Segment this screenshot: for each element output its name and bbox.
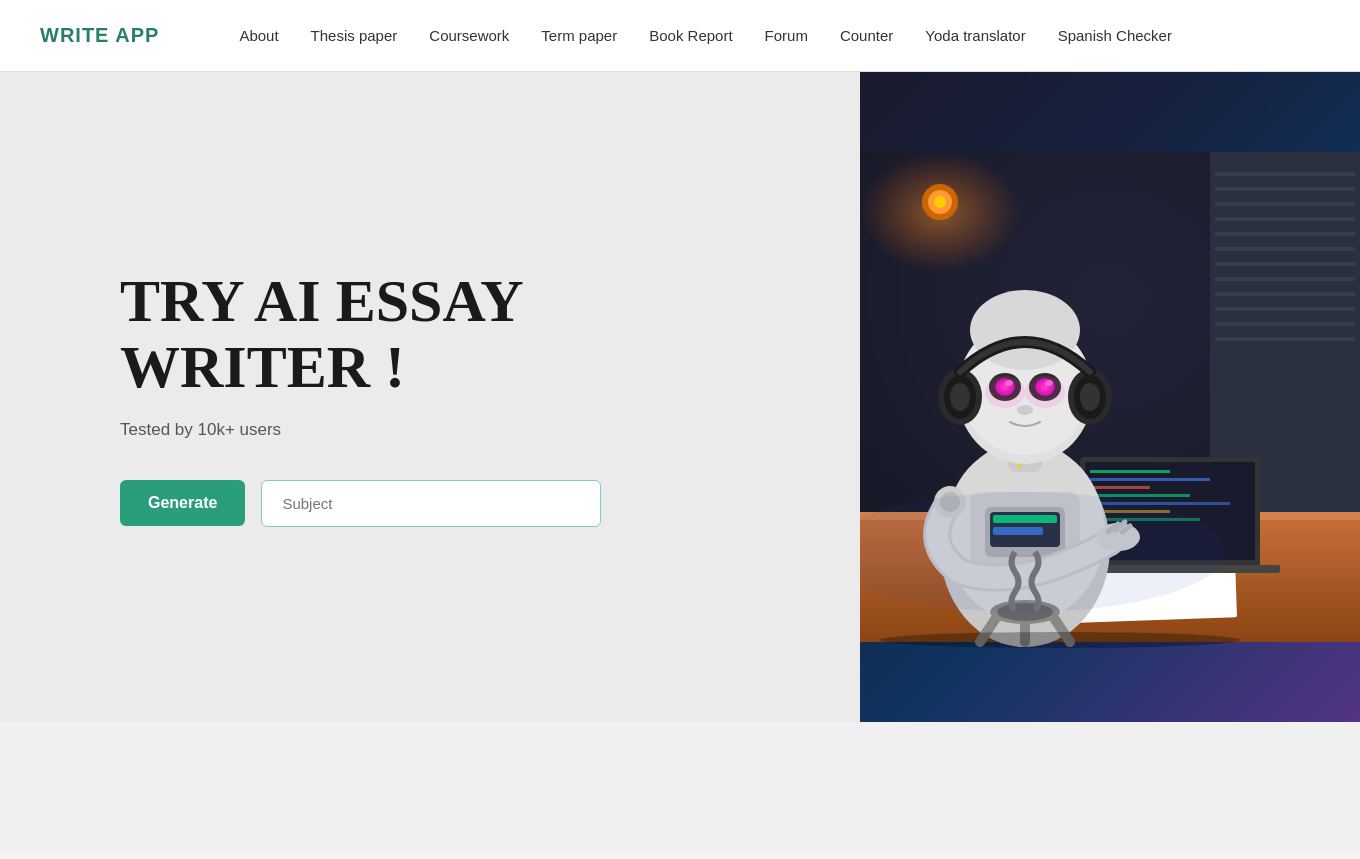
svg-rect-27	[1090, 486, 1150, 489]
generate-button[interactable]: Generate	[120, 480, 245, 526]
nav-item-forum[interactable]: Forum	[765, 27, 808, 44]
nav-item-about[interactable]: About	[239, 27, 278, 44]
svg-point-58	[1017, 405, 1033, 415]
svg-point-64	[880, 632, 1240, 648]
svg-rect-5	[1215, 202, 1355, 206]
hero-actions: Generate	[120, 480, 620, 527]
svg-rect-6	[1215, 217, 1355, 221]
main-nav: About Thesis paper Coursework Term paper…	[239, 27, 1172, 44]
svg-point-56	[985, 376, 1025, 408]
svg-rect-8	[1215, 247, 1355, 251]
hero-subtitle: Tested by 10k+ users	[120, 420, 620, 440]
nav-item-spanish-checker[interactable]: Spanish Checker	[1058, 27, 1172, 44]
hero-section: TRY AI ESSAY WRITER ! Tested by 10k+ use…	[0, 72, 1360, 722]
nav-item-coursework[interactable]: Coursework	[429, 27, 509, 44]
hero-image	[860, 72, 1360, 722]
nav-item-thesis-paper[interactable]: Thesis paper	[311, 27, 398, 44]
svg-rect-25	[1090, 470, 1170, 473]
hero-title: TRY AI ESSAY WRITER !	[120, 268, 620, 400]
brand-logo[interactable]: WRITE APP	[40, 24, 159, 47]
svg-rect-28	[1090, 494, 1190, 497]
svg-rect-26	[1090, 478, 1210, 481]
svg-rect-3	[1215, 172, 1355, 176]
below-hero-section	[0, 722, 1360, 852]
nav-item-book-report[interactable]: Book Report	[649, 27, 732, 44]
svg-point-49	[1080, 383, 1100, 411]
nav-item-term-paper[interactable]: Term paper	[541, 27, 617, 44]
hero-title-line2: WRITER !	[120, 334, 405, 400]
svg-point-57	[1025, 376, 1065, 408]
hero-title-line1: TRY AI ESSAY	[120, 268, 524, 334]
svg-rect-14	[1215, 337, 1355, 341]
svg-point-46	[950, 383, 970, 411]
svg-point-18	[934, 196, 946, 208]
svg-rect-4	[1215, 187, 1355, 191]
svg-rect-9	[1215, 262, 1355, 266]
svg-rect-12	[1215, 307, 1355, 311]
hero-image-container	[860, 72, 1360, 722]
nav-item-counter[interactable]: Counter	[840, 27, 893, 44]
svg-rect-7	[1215, 232, 1355, 236]
hero-content: TRY AI ESSAY WRITER ! Tested by 10k+ use…	[120, 268, 620, 527]
svg-rect-10	[1215, 277, 1355, 281]
header: WRITE APP About Thesis paper Coursework …	[0, 0, 1360, 72]
subject-input[interactable]	[261, 480, 601, 527]
svg-rect-13	[1215, 322, 1355, 326]
nav-item-yoda-translator[interactable]: Yoda translator	[925, 27, 1025, 44]
svg-rect-11	[1215, 292, 1355, 296]
